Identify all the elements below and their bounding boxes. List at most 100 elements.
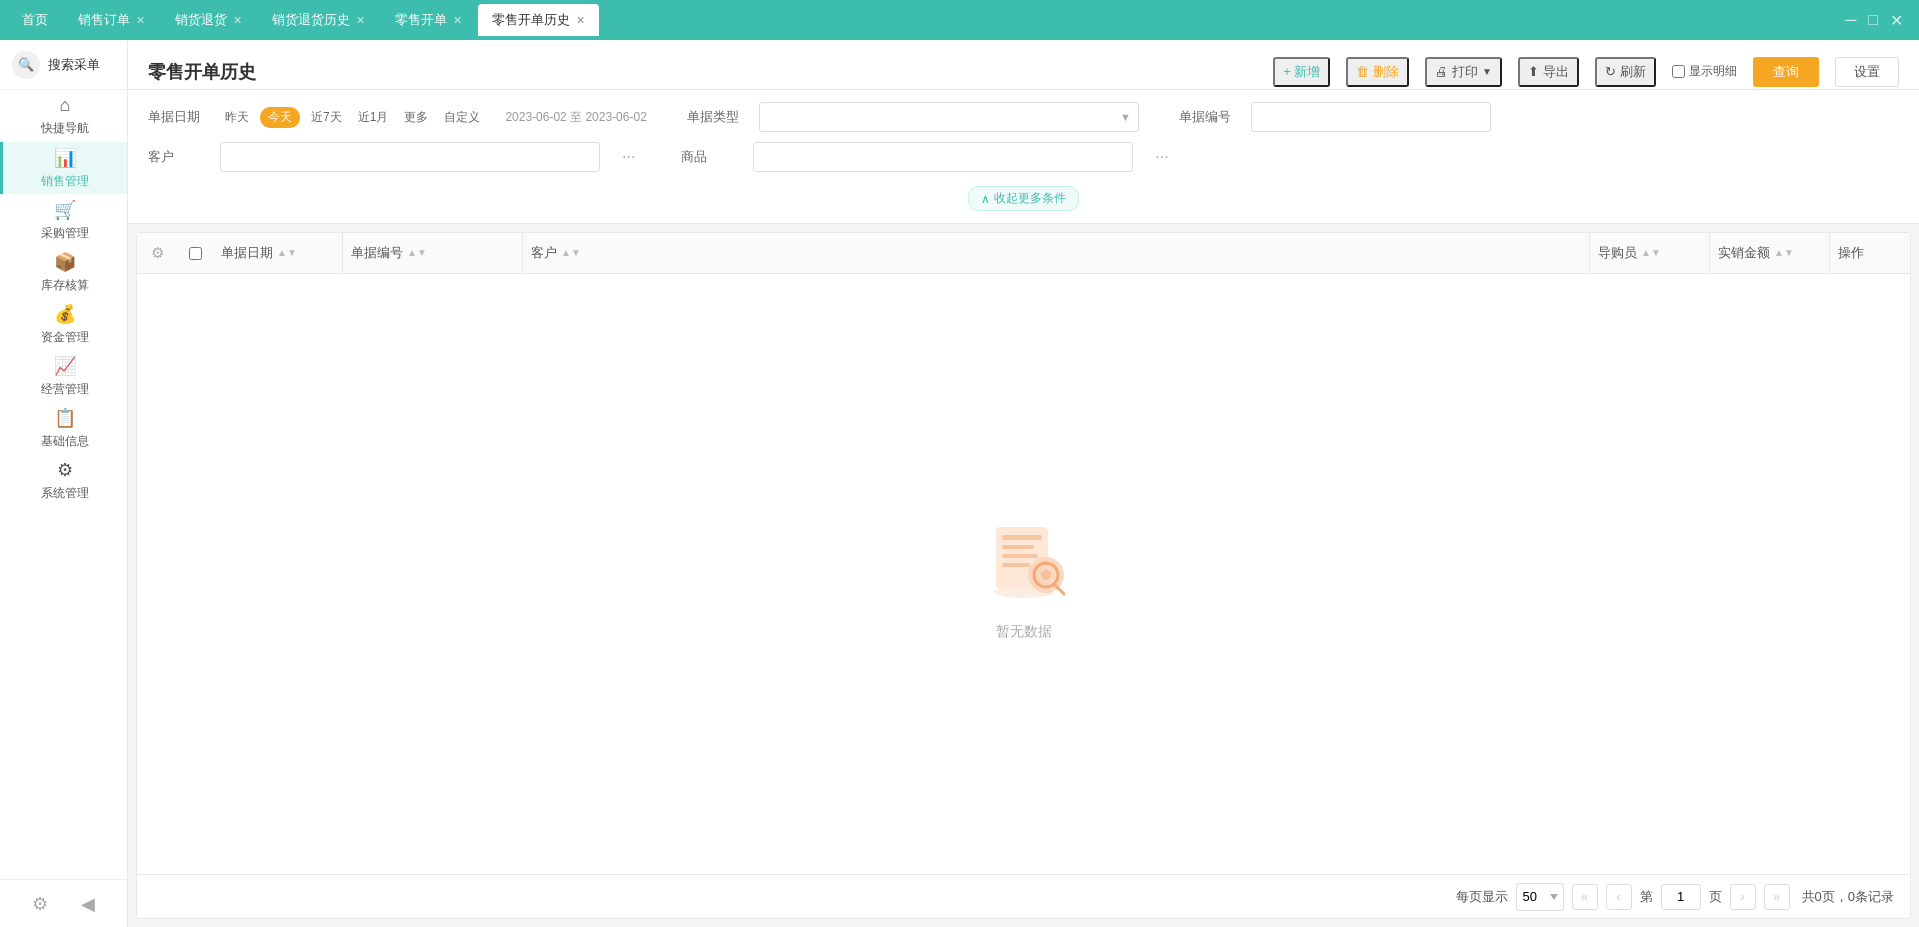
sidebar-search-label: 搜索采单 — [48, 56, 100, 74]
print-button[interactable]: 🖨 打印 ▼ — [1425, 57, 1502, 87]
goods-input[interactable] — [753, 142, 1133, 172]
tab-sales-order-label: 销售订单 — [78, 11, 130, 29]
client-dots[interactable]: ··· — [616, 148, 641, 166]
table-area: ⚙ 单据日期 ▲▼ 单据编号 ▲▼ 客户 ▲▼ 导购员 — [136, 232, 1911, 919]
top-tabbar: 首页 销售订单 ✕ 销货退货 ✕ 销货退货历史 ✕ 零售开单 ✕ 零售开单历史 … — [0, 0, 1919, 40]
table-select-all[interactable] — [177, 247, 213, 260]
prev-page-icon: ‹ — [1617, 890, 1621, 904]
th-client-sort-icon[interactable]: ▲▼ — [561, 248, 581, 258]
operations-icon: 📈 — [54, 355, 76, 377]
tab-sales-return-history-close[interactable]: ✕ — [356, 14, 365, 27]
tab-home[interactable]: 首页 — [8, 4, 62, 36]
pagination-bar: 每页显示 50 20 100 « ‹ 第 页 › — [137, 874, 1910, 918]
print-icon: 🖨 — [1435, 64, 1448, 79]
tab-retail-open-close[interactable]: ✕ — [453, 14, 462, 27]
sidebar-item-quick-nav[interactable]: ⌂ 快捷导航 — [0, 90, 127, 142]
filter-area: 单据日期 昨天 今天 近7天 近1月 更多 自定义 2023-06-02 至 2… — [128, 90, 1919, 224]
finance-icon: 💰 — [54, 303, 76, 325]
query-button[interactable]: 查询 — [1753, 57, 1819, 87]
sidebar-search[interactable]: 🔍 搜索采单 — [0, 40, 127, 90]
sidebar-item-sales-mgmt[interactable]: 📊 销售管理 — [0, 142, 127, 194]
page-header: 零售开单历史 + 新增 🗑 删除 🖨 打印 ▼ ⬆ 导出 ↻ 刷新 — [128, 40, 1919, 90]
date-btn-more[interactable]: 更多 — [399, 107, 433, 128]
refresh-icon: ↻ — [1605, 64, 1616, 79]
empty-icon — [974, 507, 1074, 607]
tab-sales-return-label: 销货退货 — [175, 11, 227, 29]
tab-sales-return-close[interactable]: ✕ — [233, 14, 242, 27]
refresh-label: 刷新 — [1620, 63, 1646, 81]
first-page-button[interactable]: « — [1572, 884, 1598, 910]
print-arrow-icon: ▼ — [1482, 66, 1492, 77]
sidebar-collapse-button[interactable]: ◀ — [81, 893, 95, 915]
goods-filter-label: 商品 — [681, 148, 737, 166]
table-settings-button[interactable]: ⚙ — [137, 244, 177, 262]
th-guide-sort-icon[interactable]: ▲▼ — [1641, 248, 1661, 258]
goods-dots[interactable]: ··· — [1149, 148, 1174, 166]
maximize-button[interactable]: □ — [1868, 11, 1878, 30]
sidebar-item-system-mgmt-label: 系统管理 — [41, 485, 89, 502]
sidebar-item-sales-mgmt-label: 销售管理 — [41, 173, 89, 190]
th-date-sort-icon[interactable]: ▲▼ — [277, 248, 297, 258]
th-client-label: 客户 — [531, 244, 557, 262]
date-btn-custom[interactable]: 自定义 — [439, 107, 485, 128]
page-size-select[interactable]: 50 20 100 — [1516, 883, 1564, 911]
setting-button[interactable]: 设置 — [1835, 57, 1899, 87]
doc-num-filter-label: 单据编号 — [1179, 108, 1235, 126]
tab-sales-order[interactable]: 销售订单 ✕ — [64, 4, 159, 36]
client-input[interactable] — [220, 142, 600, 172]
sidebar-item-system-mgmt[interactable]: ⚙ 系统管理 — [0, 454, 127, 506]
collapse-button[interactable]: ∧ 收起更多条件 — [968, 186, 1079, 211]
th-date-label: 单据日期 — [221, 244, 273, 262]
th-num-label: 单据编号 — [351, 244, 403, 262]
date-btn-today[interactable]: 今天 — [260, 107, 300, 128]
display-detail-checkbox[interactable]: 显示明细 — [1672, 63, 1737, 80]
delete-button[interactable]: 🗑 删除 — [1346, 57, 1409, 87]
last-page-button[interactable]: » — [1764, 884, 1790, 910]
close-button[interactable]: ✕ — [1890, 11, 1903, 30]
window-controls: ─ □ ✕ — [1845, 11, 1911, 30]
th-num-sort-icon[interactable]: ▲▼ — [407, 248, 427, 258]
filter-row-date: 单据日期 昨天 今天 近7天 近1月 更多 自定义 2023-06-02 至 2… — [148, 102, 1899, 132]
th-amount-sort-icon[interactable]: ▲▼ — [1774, 248, 1794, 258]
sidebar-item-purchase-mgmt[interactable]: 🛒 采购管理 — [0, 194, 127, 246]
sidebar-item-operations-label: 经营管理 — [41, 381, 89, 398]
date-btn-last7days[interactable]: 近7天 — [306, 107, 347, 128]
th-guide: 导购员 ▲▼ — [1590, 233, 1710, 273]
display-detail-input[interactable] — [1672, 65, 1685, 78]
date-btn-last1month[interactable]: 近1月 — [353, 107, 394, 128]
sidebar-item-operations[interactable]: 📈 经营管理 — [0, 350, 127, 402]
sidebar-item-basic-info[interactable]: 📋 基础信息 — [0, 402, 127, 454]
svg-rect-3 — [1002, 545, 1034, 549]
refresh-button[interactable]: ↻ 刷新 — [1595, 57, 1656, 87]
sidebar-settings-button[interactable]: ⚙ — [32, 893, 48, 915]
minimize-button[interactable]: ─ — [1845, 11, 1856, 30]
add-button[interactable]: + 新增 — [1273, 57, 1330, 87]
sidebar-item-purchase-mgmt-label: 采购管理 — [41, 225, 89, 242]
tab-retail-open[interactable]: 零售开单 ✕ — [381, 4, 476, 36]
prev-page-button[interactable]: ‹ — [1606, 884, 1632, 910]
doc-num-input[interactable] — [1251, 102, 1491, 132]
th-ops: 操作 — [1830, 233, 1910, 273]
tab-sales-return[interactable]: 销货退货 ✕ — [161, 4, 256, 36]
sidebar-menu: ⌂ 快捷导航 📊 销售管理 🛒 采购管理 📦 库存核算 💰 资金管理 📈 — [0, 90, 127, 879]
tab-sales-return-history-label: 销货退货历史 — [272, 11, 350, 29]
main-layout: 🔍 搜索采单 ⌂ 快捷导航 📊 销售管理 🛒 采购管理 📦 库存核算 💰 — [0, 40, 1919, 927]
sales-icon: 📊 — [54, 147, 76, 169]
select-all-checkbox[interactable] — [189, 247, 202, 260]
tab-sales-order-close[interactable]: ✕ — [136, 14, 145, 27]
client-filter-label: 客户 — [148, 148, 204, 166]
tab-sales-return-history[interactable]: 销货退货历史 ✕ — [258, 4, 379, 36]
sidebar-item-inventory[interactable]: 📦 库存核算 — [0, 246, 127, 298]
tab-retail-open-history[interactable]: 零售开单历史 ✕ — [478, 4, 599, 36]
date-btn-yesterday[interactable]: 昨天 — [220, 107, 254, 128]
page-number-input[interactable] — [1661, 884, 1701, 910]
export-icon: ⬆ — [1528, 64, 1539, 79]
doc-type-select[interactable] — [759, 102, 1139, 132]
tab-retail-open-history-close[interactable]: ✕ — [576, 14, 585, 27]
date-filter-label: 单据日期 — [148, 108, 204, 126]
next-page-icon: › — [1741, 890, 1745, 904]
next-page-button[interactable]: › — [1730, 884, 1756, 910]
sidebar-item-finance[interactable]: 💰 资金管理 — [0, 298, 127, 350]
export-button[interactable]: ⬆ 导出 — [1518, 57, 1579, 87]
table-header-row: ⚙ 单据日期 ▲▼ 单据编号 ▲▼ 客户 ▲▼ 导购员 — [137, 233, 1910, 274]
